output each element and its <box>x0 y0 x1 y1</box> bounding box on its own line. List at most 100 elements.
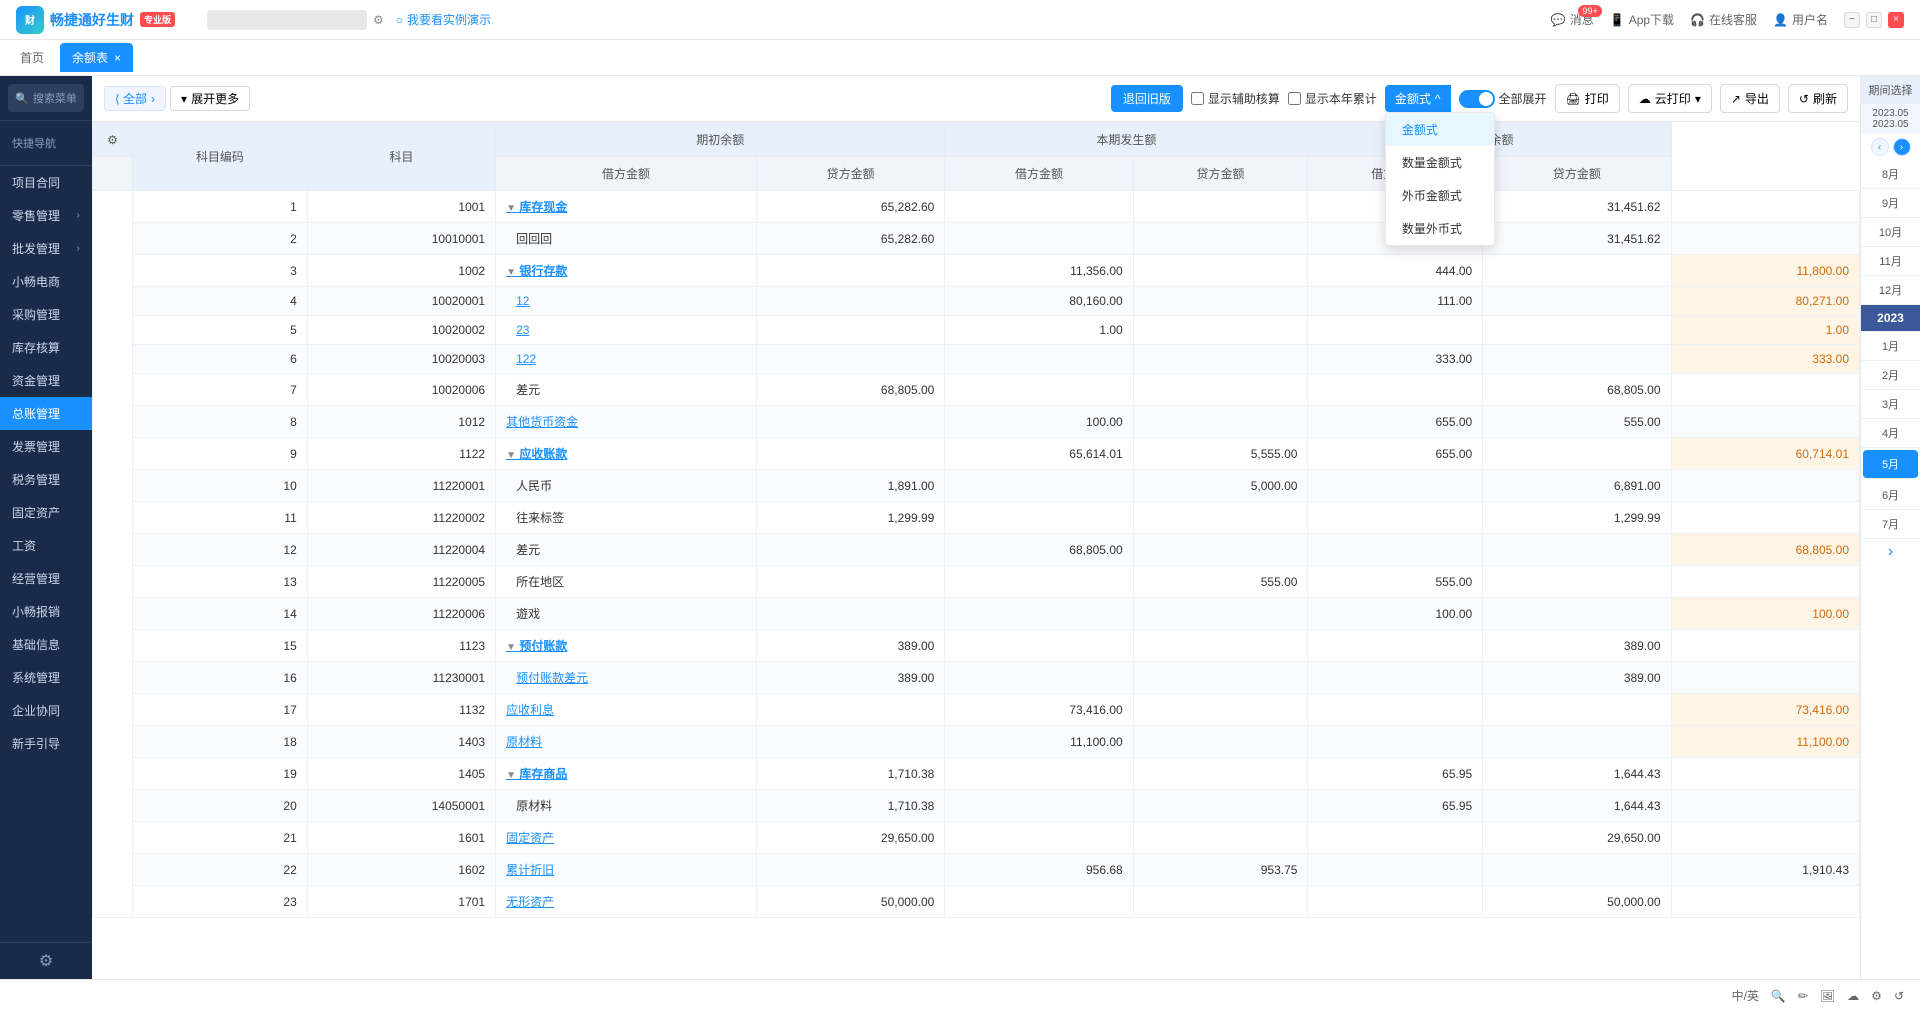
show-ytd-checkbox[interactable]: 显示本年累计 <box>1288 90 1377 107</box>
period-month-6[interactable]: 6月 <box>1861 481 1920 510</box>
zoom-icon[interactable]: 🔍 <box>1771 989 1786 1003</box>
settings-col[interactable] <box>93 191 133 918</box>
account-name-cell[interactable]: 原材料 <box>496 726 757 758</box>
refresh-bottom-icon[interactable]: ↺ <box>1894 989 1904 1003</box>
account-name-cell[interactable]: 12 <box>496 287 757 316</box>
balance-table: ⚙ 科目编码 科目 期初余额 本期发生额 期末余额 借方金额 贷方金额 借方金额… <box>92 122 1860 918</box>
period-month-10[interactable]: 10月 <box>1861 218 1920 247</box>
account-name-cell[interactable]: ▼ 银行存款 <box>496 255 757 287</box>
sidebar-item-salary[interactable]: 工资 <box>0 529 92 562</box>
account-name-cell[interactable]: 无形资产 <box>496 886 757 918</box>
online-service-btn[interactable]: 🎧 在线客服 <box>1690 11 1757 28</box>
account-name-cell[interactable]: ▼ 应收账款 <box>496 438 757 470</box>
account-name-cell[interactable]: 其他货币资金 <box>496 406 757 438</box>
return-old-btn[interactable]: 退回旧版 <box>1111 85 1183 112</box>
image-icon[interactable]: 🖼 <box>1820 989 1835 1003</box>
refresh-btn[interactable]: ↺ 刷新 <box>1788 84 1848 113</box>
period-prev-btn[interactable]: ‹ <box>1871 138 1889 156</box>
account-name-cell[interactable]: 122 <box>496 345 757 374</box>
period-next-btn[interactable]: › <box>1893 138 1911 156</box>
show-auxiliary-checkbox[interactable]: 显示辅助核算 <box>1191 90 1280 107</box>
period-month-2[interactable]: 2月 <box>1861 361 1920 390</box>
sidebar-item-tax[interactable]: 税务管理 <box>0 463 92 496</box>
mode-main-btn[interactable]: 金额式 ^ <box>1385 85 1451 112</box>
pro-badge: 专业版 <box>140 12 175 27</box>
cloud-sync-icon[interactable]: ☁ <box>1847 989 1859 1003</box>
tab-balance[interactable]: 余额表 × <box>60 43 133 72</box>
sidebar-item-guide[interactable]: 新手引导 <box>0 727 92 760</box>
amount-cell: 73,416.00 <box>1671 694 1859 726</box>
account-name-cell[interactable]: 23 <box>496 316 757 345</box>
sidebar-item-purchase[interactable]: 采购管理 <box>0 298 92 331</box>
period-month-4[interactable]: 4月 <box>1861 419 1920 448</box>
maximize-btn[interactable]: □ <box>1866 12 1882 28</box>
period-month-5[interactable]: 5月 <box>1863 450 1918 479</box>
sidebar-item-invoice[interactable]: 发票管理 <box>0 430 92 463</box>
period-month-12[interactable]: 12月 <box>1861 276 1920 305</box>
account-name-cell[interactable]: 累计折旧 <box>496 854 757 886</box>
amount-cell <box>1133 223 1308 255</box>
tab-home[interactable]: 首页 <box>8 43 56 72</box>
sidebar-item-project[interactable]: 项目合同 <box>0 166 92 199</box>
amount-cell <box>1671 886 1859 918</box>
balance-table-container: ⚙ 科目编码 科目 期初余额 本期发生额 期末余额 借方金额 贷方金额 借方金额… <box>92 122 1860 979</box>
settings-icon[interactable]: ⚙ <box>39 951 53 971</box>
account-name-cell[interactable]: 应收利息 <box>496 694 757 726</box>
sidebar-item-capital[interactable]: 资金管理 <box>0 364 92 397</box>
sidebar-item-coop[interactable]: 企业协同 <box>0 694 92 727</box>
th-account-code: 科目编码 <box>133 123 308 191</box>
sidebar-item-inventory[interactable]: 库存核算 <box>0 331 92 364</box>
mode-option-foreign-amount[interactable]: 外币金额式 <box>1386 179 1494 212</box>
tab-close-icon[interactable]: × <box>114 51 121 65</box>
account-code-cell: 1132 <box>307 694 495 726</box>
period-month-9[interactable]: 9月 <box>1861 189 1920 218</box>
amount-cell: 555.00 <box>1133 566 1308 598</box>
close-btn[interactable]: × <box>1888 12 1904 28</box>
sidebar-item-accounting[interactable]: 总账管理 <box>0 397 92 430</box>
account-name-cell[interactable]: 预付账款差元 <box>496 662 757 694</box>
settings-bottom-icon[interactable]: ⚙ <box>1871 989 1882 1003</box>
toggle-switch-input[interactable] <box>1459 90 1495 108</box>
account-name-cell[interactable]: ▼ 库存现金 <box>496 191 757 223</box>
account-name-cell[interactable]: 固定资产 <box>496 822 757 854</box>
app-download-btn[interactable]: 📱 App下载 <box>1610 11 1674 28</box>
account-name-cell[interactable]: ▼ 预付账款 <box>496 630 757 662</box>
sidebar-item-report[interactable]: 小畅报销 <box>0 595 92 628</box>
period-month-11[interactable]: 11月 <box>1861 247 1920 276</box>
period-collapse-btn[interactable]: › <box>1861 539 1920 565</box>
export-icon: ↗ <box>1731 92 1741 106</box>
account-name-cell[interactable]: ▼ 库存商品 <box>496 758 757 790</box>
auxiliary-checkbox-input[interactable] <box>1191 92 1204 105</box>
period-month-1[interactable]: 1月 <box>1861 332 1920 361</box>
sidebar-item-system[interactable]: 系统管理 <box>0 661 92 694</box>
search-menu-btn[interactable]: 🔍 搜索菜单 <box>8 84 84 112</box>
export-btn[interactable]: ↗ 导出 <box>1720 84 1780 113</box>
cloud-print-btn[interactable]: ☁ 云打印 ▾ <box>1628 84 1712 113</box>
mode-option-qty-amount[interactable]: 数量金额式 <box>1386 146 1494 179</box>
notification-btn[interactable]: 💬 消息 99+ <box>1551 11 1594 28</box>
config-icon[interactable]: ⚙ <box>373 13 384 27</box>
expand-all-toggle[interactable]: 全部展开 <box>1459 90 1547 108</box>
period-year-2023[interactable]: 2023 <box>1861 305 1920 332</box>
expand-more-btn[interactable]: ▾ 展开更多 <box>170 86 250 111</box>
mode-option-qty-foreign[interactable]: 数量外币式 <box>1386 212 1494 245</box>
sidebar-item-retail[interactable]: 零售管理 › <box>0 199 92 232</box>
demo-link[interactable]: ○ 我要看实例演示 <box>396 11 491 28</box>
sidebar-item-basic[interactable]: 基础信息 <box>0 628 92 661</box>
amount-cell <box>945 822 1133 854</box>
sidebar-item-ecommerce[interactable]: 小畅电商 <box>0 265 92 298</box>
edit-icon[interactable]: ✏ <box>1798 989 1808 1003</box>
period-month-3[interactable]: 3月 <box>1861 390 1920 419</box>
amount-cell: 60,714.01 <box>1671 438 1859 470</box>
translate-icon[interactable]: 中/英 <box>1732 987 1759 1004</box>
mode-option-amount[interactable]: 金额式 <box>1386 113 1494 146</box>
user-avatar[interactable]: 👤 用户名 <box>1773 11 1828 28</box>
minimize-btn[interactable]: − <box>1844 12 1860 28</box>
period-month-7[interactable]: 7月 <box>1861 510 1920 539</box>
sidebar-item-operations[interactable]: 经营管理 <box>0 562 92 595</box>
sidebar-item-wholesale[interactable]: 批发管理 › <box>0 232 92 265</box>
print-btn[interactable]: 🖨 打印 <box>1555 84 1620 113</box>
period-month-8[interactable]: 8月 <box>1861 160 1920 189</box>
sidebar-item-assets[interactable]: 固定资产 <box>0 496 92 529</box>
ytd-checkbox-input[interactable] <box>1288 92 1301 105</box>
